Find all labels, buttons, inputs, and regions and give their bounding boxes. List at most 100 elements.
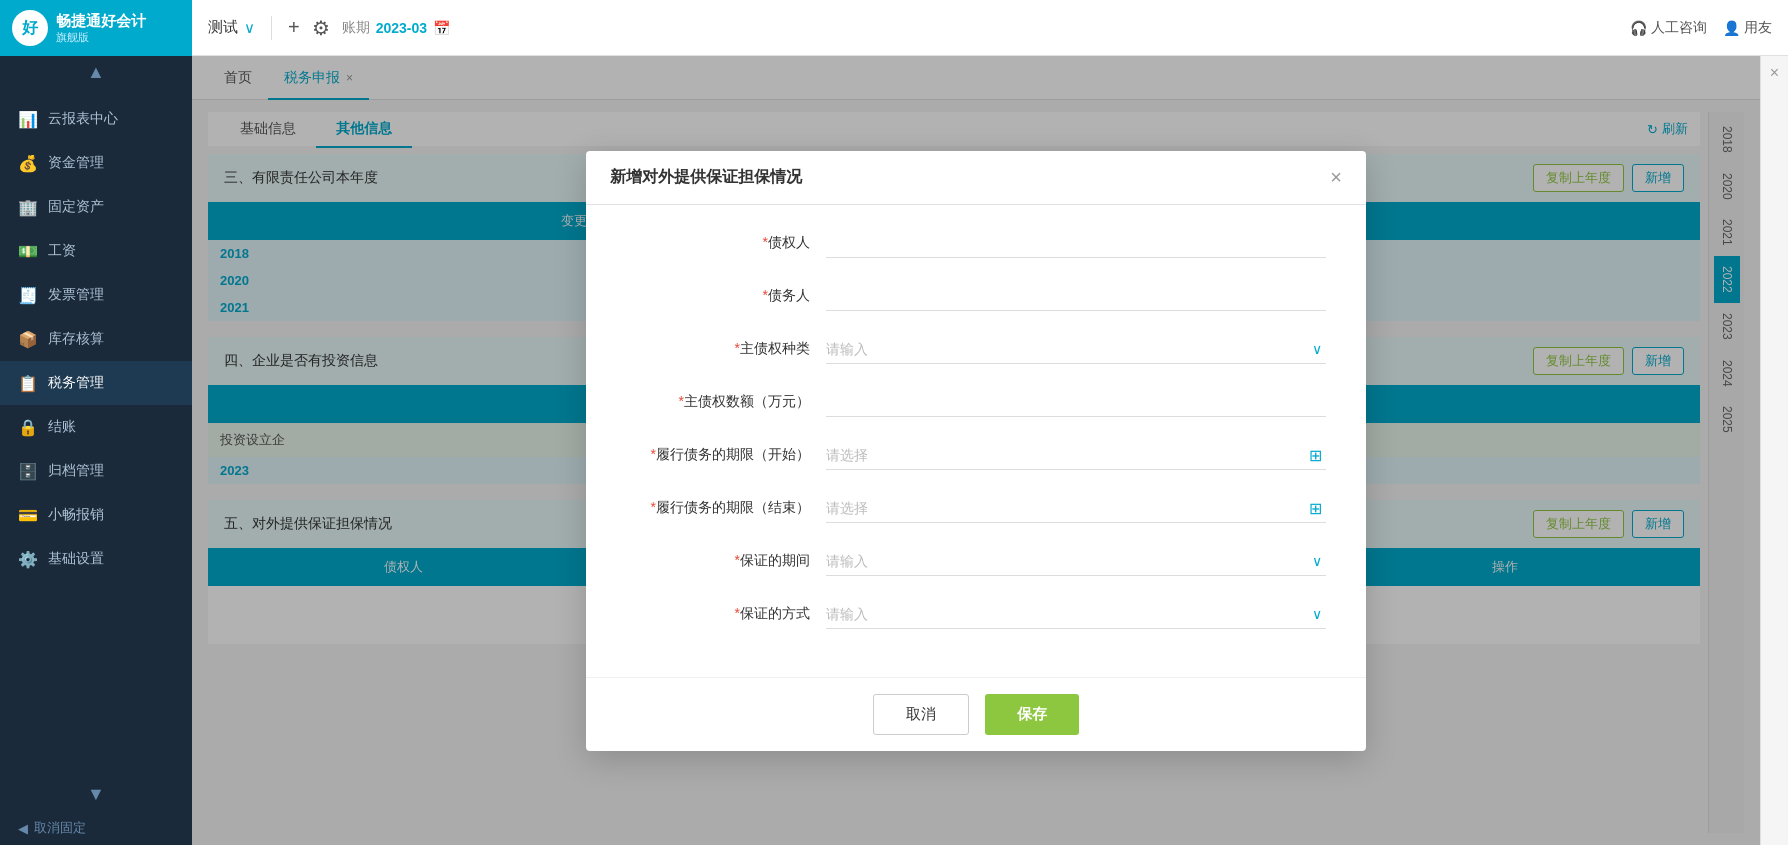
guarantee-period-input[interactable] [826, 547, 1326, 576]
guarantee-method-label: *保证的方式 [626, 605, 826, 623]
form-row-guarantee-method: *保证的方式 ∨ [626, 600, 1326, 629]
logo-icon: 好 [12, 10, 48, 46]
modal-title: 新增对外提供保证担保情况 [610, 167, 802, 188]
save-button[interactable]: 保存 [985, 694, 1079, 735]
debt-type-input[interactable] [826, 335, 1326, 364]
consulting-label: 人工咨询 [1651, 19, 1707, 37]
archive-icon: 🗄️ [18, 461, 38, 481]
app-subtitle: 旗舰版 [56, 30, 146, 45]
sidebar-item-tax-mgmt[interactable]: 📋 税务管理 [0, 361, 192, 405]
sidebar-item-cloud-report[interactable]: 📊 云报表中心 [0, 97, 192, 141]
required-mark: * [735, 605, 740, 621]
modal-dialog: 新增对外提供保证担保情况 × *债权人 [586, 151, 1366, 751]
topbar: 测试 ∨ + ⚙ 账期 2023-03 📅 🎧 人工咨询 � [192, 0, 1788, 56]
consulting-button[interactable]: 🎧 人工咨询 [1630, 19, 1707, 37]
inventory-icon: 📦 [18, 329, 38, 349]
period-end-input[interactable] [826, 494, 1326, 523]
period-value: 2023-03 [376, 20, 427, 36]
sidebar-item-payroll[interactable]: 💵 工资 [0, 229, 192, 273]
sidebar-item-label: 归档管理 [48, 462, 104, 480]
period-end-label: *履行债务的期限（结束） [626, 499, 826, 517]
period-start-calendar-icon[interactable]: ⊞ [1309, 446, 1322, 465]
user-icon: 👤 [1723, 20, 1740, 36]
modal-header: 新增对外提供保证担保情况 × [586, 151, 1366, 205]
sidebar-item-label: 资金管理 [48, 154, 104, 172]
add-button[interactable]: + [288, 16, 300, 39]
creditor-input[interactable] [826, 229, 1326, 258]
period-start-field: ⊞ [826, 441, 1326, 470]
sidebar-item-label: 小畅报销 [48, 506, 104, 524]
sidebar-item-invoice-mgmt[interactable]: 🧾 发票管理 [0, 273, 192, 317]
app-title: 畅捷通好会计 [56, 12, 146, 30]
sidebar-header: 好 畅捷通好会计 旗舰版 [0, 0, 192, 56]
content-area: 首页 税务申报 × 基础信息 [192, 56, 1788, 845]
period-start-input[interactable] [826, 441, 1326, 470]
sidebar-item-basic-settings[interactable]: ⚙️ 基础设置 [0, 537, 192, 581]
required-mark: * [679, 393, 684, 409]
company-selector[interactable]: 测试 ∨ [208, 18, 255, 37]
debt-type-field: ∨ [826, 335, 1326, 364]
modal-footer: 取消 保存 [586, 677, 1366, 751]
period-start-label: *履行债务的期限（开始） [626, 446, 826, 464]
basic-settings-icon: ⚙️ [18, 549, 38, 569]
period-label: 账期 [342, 19, 370, 37]
user-button[interactable]: 👤 用友 [1723, 19, 1772, 37]
sidebar-item-label: 基础设置 [48, 550, 104, 568]
payroll-icon: 💵 [18, 241, 38, 261]
sidebar-item-fund-mgmt[interactable]: 💰 资金管理 [0, 141, 192, 185]
sidebar-item-label: 发票管理 [48, 286, 104, 304]
period-end-field: ⊞ [826, 494, 1326, 523]
guarantee-method-input[interactable] [826, 600, 1326, 629]
sidebar-item-label: 云报表中心 [48, 110, 118, 128]
debt-amount-input[interactable] [826, 388, 1326, 417]
sidebar-item-label: 固定资产 [48, 198, 104, 216]
sidebar-nav: 📊 云报表中心 💰 资金管理 🏢 固定资产 💵 工资 🧾 发票管理 📦 [0, 89, 192, 778]
sidebar-item-fixed-asset[interactable]: 🏢 固定资产 [0, 185, 192, 229]
expense-icon: 💳 [18, 505, 38, 525]
sidebar-scroll-down[interactable]: ▼ [0, 778, 192, 811]
debtor-field [826, 282, 1326, 311]
sidebar-scroll-up[interactable]: ▲ [0, 56, 192, 89]
sidebar-item-expense[interactable]: 💳 小畅报销 [0, 493, 192, 537]
invoice-mgmt-icon: 🧾 [18, 285, 38, 305]
guarantee-period-label: *保证的期间 [626, 552, 826, 570]
sidebar-item-inventory[interactable]: 📦 库存核算 [0, 317, 192, 361]
sidebar-item-label: 结账 [48, 418, 76, 436]
required-mark: * [735, 552, 740, 568]
required-mark: * [763, 234, 768, 250]
creditor-field [826, 229, 1326, 258]
required-mark: * [763, 287, 768, 303]
form-row-creditor: *债权人 [626, 229, 1326, 258]
cancel-button[interactable]: 取消 [873, 694, 969, 735]
period-end-calendar-icon[interactable]: ⊞ [1309, 499, 1322, 518]
required-mark: * [651, 499, 656, 515]
form-row-debtor: *债务人 [626, 282, 1326, 311]
tax-mgmt-icon: 📋 [18, 373, 38, 393]
settings-button[interactable]: ⚙ [312, 16, 330, 40]
period-calendar-icon[interactable]: 📅 [433, 20, 450, 36]
form-row-debt-amount: *主债权数额（万元） [626, 388, 1326, 417]
topbar-right: 🎧 人工咨询 👤 用友 [1630, 19, 1772, 37]
sidebar-item-closing[interactable]: 🔒 结账 [0, 405, 192, 449]
fixed-asset-icon: 🏢 [18, 197, 38, 217]
close-panel-icon[interactable]: × [1770, 64, 1779, 82]
modal-close-button[interactable]: × [1330, 167, 1342, 187]
sidebar-item-archive[interactable]: 🗄️ 归档管理 [0, 449, 192, 493]
sidebar-item-label: 税务管理 [48, 374, 104, 392]
sidebar: 好 畅捷通好会计 旗舰版 ▲ 📊 云报表中心 💰 资金管理 🏢 固定资产 💵 [0, 0, 192, 845]
sidebar-item-label: 库存核算 [48, 330, 104, 348]
period-selector: 账期 2023-03 📅 [342, 19, 450, 37]
company-name: 测试 [208, 18, 238, 37]
debtor-input[interactable] [826, 282, 1326, 311]
form-row-period-start: *履行债务的期限（开始） ⊞ [626, 441, 1326, 470]
debt-amount-label: *主债权数额（万元） [626, 393, 826, 411]
creditor-label: *债权人 [626, 234, 826, 252]
headset-icon: 🎧 [1630, 20, 1647, 36]
plus-icon: + [288, 16, 300, 39]
closing-icon: 🔒 [18, 417, 38, 437]
company-chevron-icon: ∨ [244, 19, 255, 37]
sidebar-unpin[interactable]: ◀ 取消固定 [0, 811, 192, 845]
unpin-icon: ◀ [18, 821, 28, 836]
main-area: 测试 ∨ + ⚙ 账期 2023-03 📅 🎧 人工咨询 � [192, 0, 1788, 845]
modal-body: *债权人 *债务人 [586, 205, 1366, 677]
